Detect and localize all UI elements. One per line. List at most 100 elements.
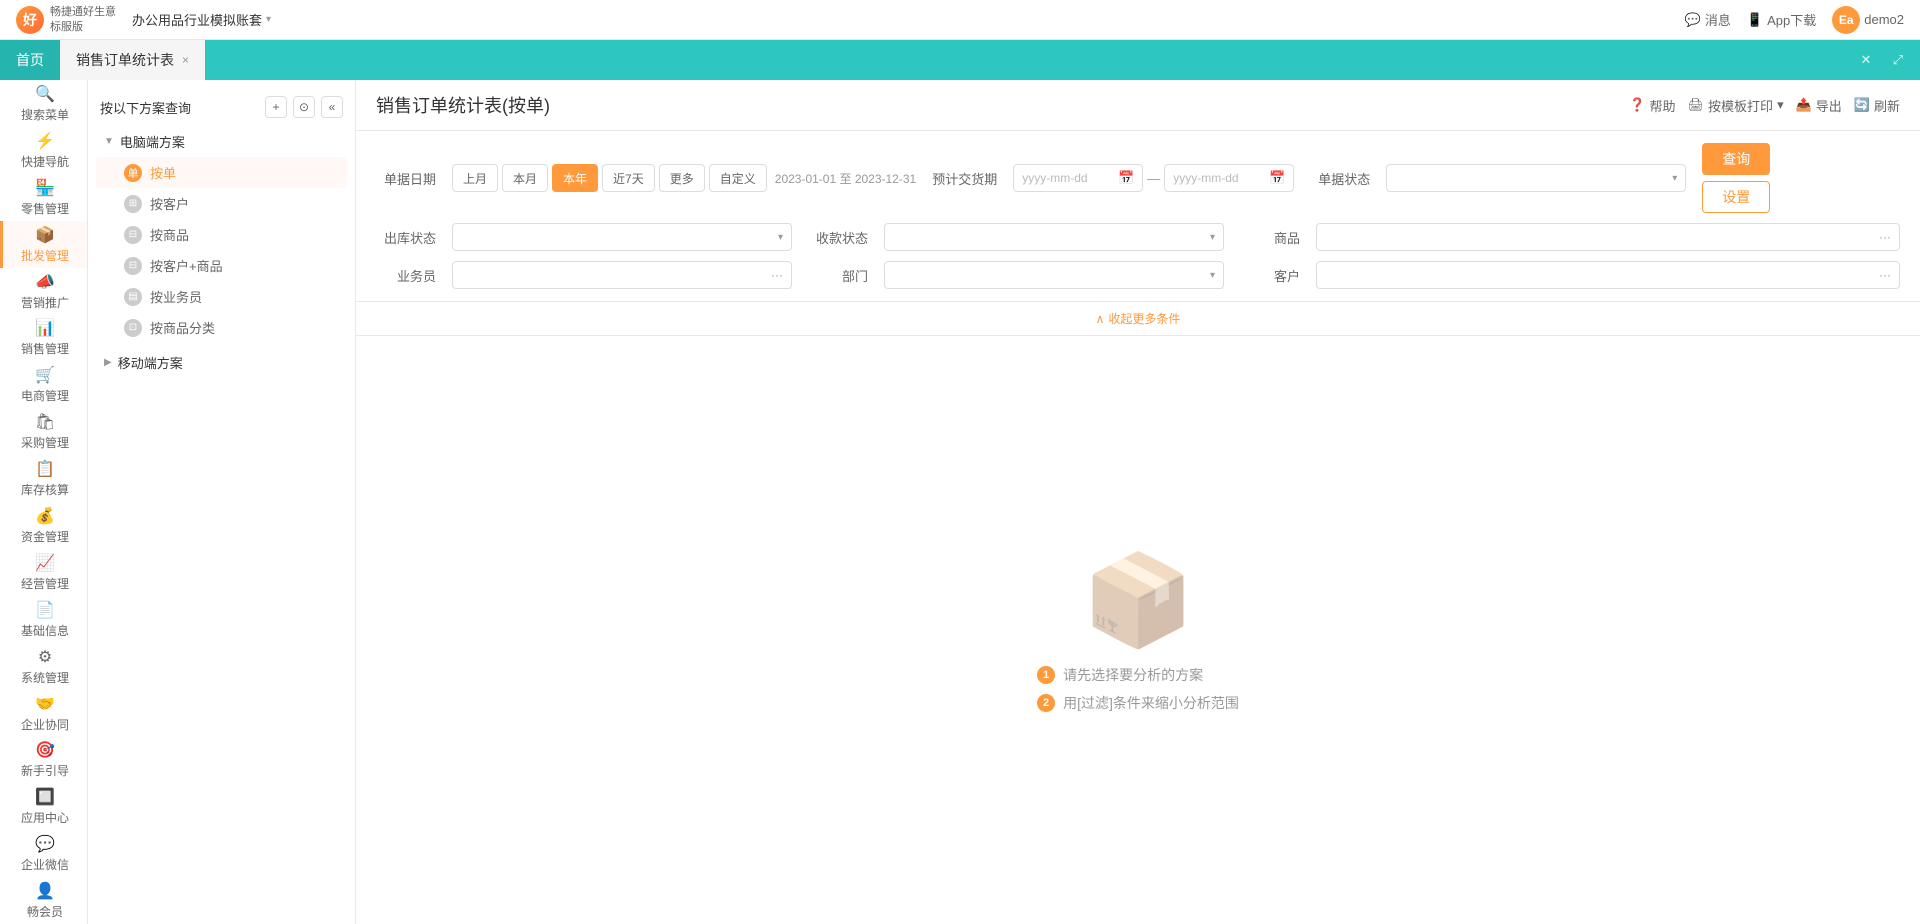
settings-icon: ⊙ — [299, 100, 309, 114]
print-button[interactable]: 🖨 按模板打印 ▾ — [1688, 96, 1784, 115]
user-profile[interactable]: Ea demo2 — [1832, 6, 1904, 34]
expected-date-end[interactable]: yyyy-mm-dd 📅 — [1164, 164, 1294, 192]
out-status-label: 出库状态 — [376, 228, 436, 247]
finance-icon: 💰 — [35, 506, 55, 526]
export-button[interactable]: 📤 导出 — [1796, 96, 1842, 115]
date-btn-this-year[interactable]: 本年 — [552, 164, 598, 192]
tree-child-by-customer[interactable]: ⊞ 按客户 — [96, 188, 347, 219]
sidebar-item-retail[interactable]: 🏪 零售管理 — [0, 174, 87, 221]
logo-area: 好 畅捷通好生意 标服版 — [16, 5, 116, 34]
settings-scheme-button[interactable]: ⊙ — [293, 96, 315, 118]
tree-parent-pc[interactable]: ▼ 电脑端方案 — [96, 126, 347, 157]
window-expand-button[interactable]: ⤢ — [1884, 46, 1912, 74]
goods-input[interactable]: ··· — [1316, 223, 1900, 251]
scheme-icon-salesperson: ▤ — [124, 288, 142, 306]
filter-row-1: 单据日期 上月 本月 本年 近7天 更多 自定义 2023-01-01 至 20… — [376, 143, 1900, 213]
refresh-button[interactable]: 🔄 刷新 — [1854, 96, 1900, 115]
basic-info-icon: 📄 — [35, 600, 55, 620]
out-status-select[interactable]: ▾ — [452, 223, 792, 251]
collapse-icon: ∧ — [1096, 312, 1105, 326]
window-close-button[interactable]: ✕ — [1852, 46, 1880, 74]
tree-child-by-salesperson[interactable]: ▤ 按业务员 — [96, 281, 347, 312]
date-btn-last-month[interactable]: 上月 — [452, 164, 498, 192]
department-select[interactable]: ▾ — [884, 261, 1224, 289]
status-select[interactable]: ▾ — [1386, 164, 1686, 192]
left-panel-header: 按以下方案查询 + ⊙ « — [88, 88, 355, 126]
app-download-button[interactable]: 📱 App下载 — [1747, 10, 1816, 29]
empty-text: 1 请先选择要分析的方案 2 用[过滤]条件来缩小分析范围 — [1037, 665, 1239, 713]
hint-num-2: 2 — [1037, 694, 1055, 712]
message-icon: 💬 — [1685, 12, 1701, 28]
setting-button[interactable]: 设置 — [1702, 181, 1770, 213]
empty-hint-1: 1 请先选择要分析的方案 — [1037, 665, 1239, 685]
sidebar-item-wholesale[interactable]: 📦 批发管理 — [0, 221, 87, 268]
sidebar-item-search[interactable]: 🔍 搜索菜单 — [0, 80, 87, 127]
add-scheme-button[interactable]: + — [265, 96, 287, 118]
empty-hint-2: 2 用[过滤]条件来缩小分析范围 — [1037, 693, 1239, 713]
filter-row-2: 出库状态 ▾ 收款状态 ▾ 商品 ··· — [376, 223, 1900, 251]
tree-parent-mobile[interactable]: ▶ 移动端方案 — [96, 347, 347, 378]
sidebar-item-system[interactable]: ⚙ 系统管理 — [0, 643, 87, 690]
date-btn-last-7-days[interactable]: 近7天 — [602, 164, 655, 192]
tree-child-by-customer-goods[interactable]: ⊟ 按客户+商品 — [96, 250, 347, 281]
customer-label: 客户 — [1240, 266, 1300, 285]
tree-arrow-icon: ▼ — [104, 136, 114, 147]
payment-status-select[interactable]: ▾ — [884, 223, 1224, 251]
onboarding-icon: 🎯 — [35, 740, 55, 760]
sidebar-item-appcenter[interactable]: 🔲 应用中心 — [0, 783, 87, 830]
operations-icon: 📈 — [35, 553, 55, 573]
date-btn-this-month[interactable]: 本月 — [502, 164, 548, 192]
date-btn-more[interactable]: 更多 — [659, 164, 705, 192]
date-quick-select: 上月 本月 本年 近7天 更多 自定义 2023-01-01 至 2023-12… — [452, 164, 916, 192]
query-button[interactable]: 查询 — [1702, 143, 1770, 175]
calendar-start-icon: 📅 — [1118, 170, 1134, 186]
print-icon: 🖨 — [1688, 97, 1705, 113]
collapse-panel-button[interactable]: « — [321, 96, 343, 118]
sidebar-item-wechat[interactable]: 💬 企业微信 — [0, 830, 87, 877]
member-icon: 👤 — [35, 881, 55, 901]
sidebar-item-purchase[interactable]: 🛍 采购管理 — [0, 408, 87, 455]
company-selector[interactable]: 办公用品行业模拟账套 ▾ — [124, 6, 279, 33]
sidebar-item-operations[interactable]: 📈 经营管理 — [0, 549, 87, 596]
collaboration-icon: 🤝 — [35, 694, 55, 714]
payment-status-label: 收款状态 — [808, 228, 868, 247]
filter-row-3: 业务员 ··· 部门 ▾ 客户 ··· — [376, 261, 1900, 289]
tab-close-icon[interactable]: × — [182, 53, 189, 67]
tab-bar: 首页 销售订单统计表 × ✕ ⤢ — [0, 40, 1920, 80]
filter-area: 单据日期 上月 本月 本年 近7天 更多 自定义 2023-01-01 至 20… — [356, 131, 1920, 302]
tab-sales-order[interactable]: 销售订单统计表 × — [60, 40, 205, 80]
empty-state: 📦 1 请先选择要分析的方案 2 用[过滤]条件来缩小分析范围 — [356, 336, 1920, 924]
tree-child-by-goods[interactable]: ⊟ 按商品 — [96, 219, 347, 250]
sidebar-item-sales[interactable]: 📊 销售管理 — [0, 314, 87, 361]
date-separator: — — [1147, 171, 1160, 186]
collapse-bar[interactable]: ∧ 收起更多条件 — [356, 302, 1920, 336]
salesperson-input[interactable]: ··· — [452, 261, 792, 289]
logo-text: 畅捷通好生意 标服版 — [50, 5, 116, 34]
sidebar-item-collaboration[interactable]: 🤝 企业协同 — [0, 690, 87, 737]
sidebar-item-marketing[interactable]: 📣 营销推广 — [0, 268, 87, 315]
date-btn-custom[interactable]: 自定义 — [709, 164, 767, 192]
query-action-group: 查询 设置 — [1702, 143, 1770, 213]
sidebar-item-inventory[interactable]: 📋 库存核算 — [0, 455, 87, 502]
sidebar-item-finance[interactable]: 💰 资金管理 — [0, 502, 87, 549]
help-button[interactable]: ❓ 帮助 — [1629, 96, 1675, 115]
customer-input[interactable]: ··· — [1316, 261, 1900, 289]
search-icon: 🔍 — [35, 84, 55, 104]
tree-child-by-category[interactable]: ⊡ 按商品分类 — [96, 312, 347, 343]
out-status-chevron-icon: ▾ — [778, 232, 783, 243]
expected-date-start[interactable]: yyyy-mm-dd 📅 — [1013, 164, 1143, 192]
tree-child-by-order[interactable]: 单 按单 — [96, 157, 347, 188]
sidebar-item-ecommerce[interactable]: 🛒 电商管理 — [0, 361, 87, 408]
tab-home[interactable]: 首页 — [0, 40, 60, 80]
sidebar-item-quicknav[interactable]: ⚡ 快捷导航 — [0, 127, 87, 174]
sidebar-item-member[interactable]: 👤 畅会员 — [0, 877, 87, 924]
page-header: 销售订单统计表(按单) ❓ 帮助 🖨 按模板打印 ▾ 📤 导出 — [356, 80, 1920, 131]
right-main: 销售订单统计表(按单) ❓ 帮助 🖨 按模板打印 ▾ 📤 导出 — [356, 80, 1920, 924]
purchase-icon: 🛍 — [35, 412, 55, 432]
marketing-icon: 📣 — [35, 272, 55, 292]
message-button[interactable]: 💬 消息 — [1685, 10, 1731, 29]
sidebar-item-basic-info[interactable]: 📄 基础信息 — [0, 596, 87, 643]
status-label: 单据状态 — [1310, 169, 1370, 188]
status-chevron-icon: ▾ — [1672, 173, 1677, 184]
sidebar-item-onboarding[interactable]: 🎯 新手引导 — [0, 736, 87, 783]
